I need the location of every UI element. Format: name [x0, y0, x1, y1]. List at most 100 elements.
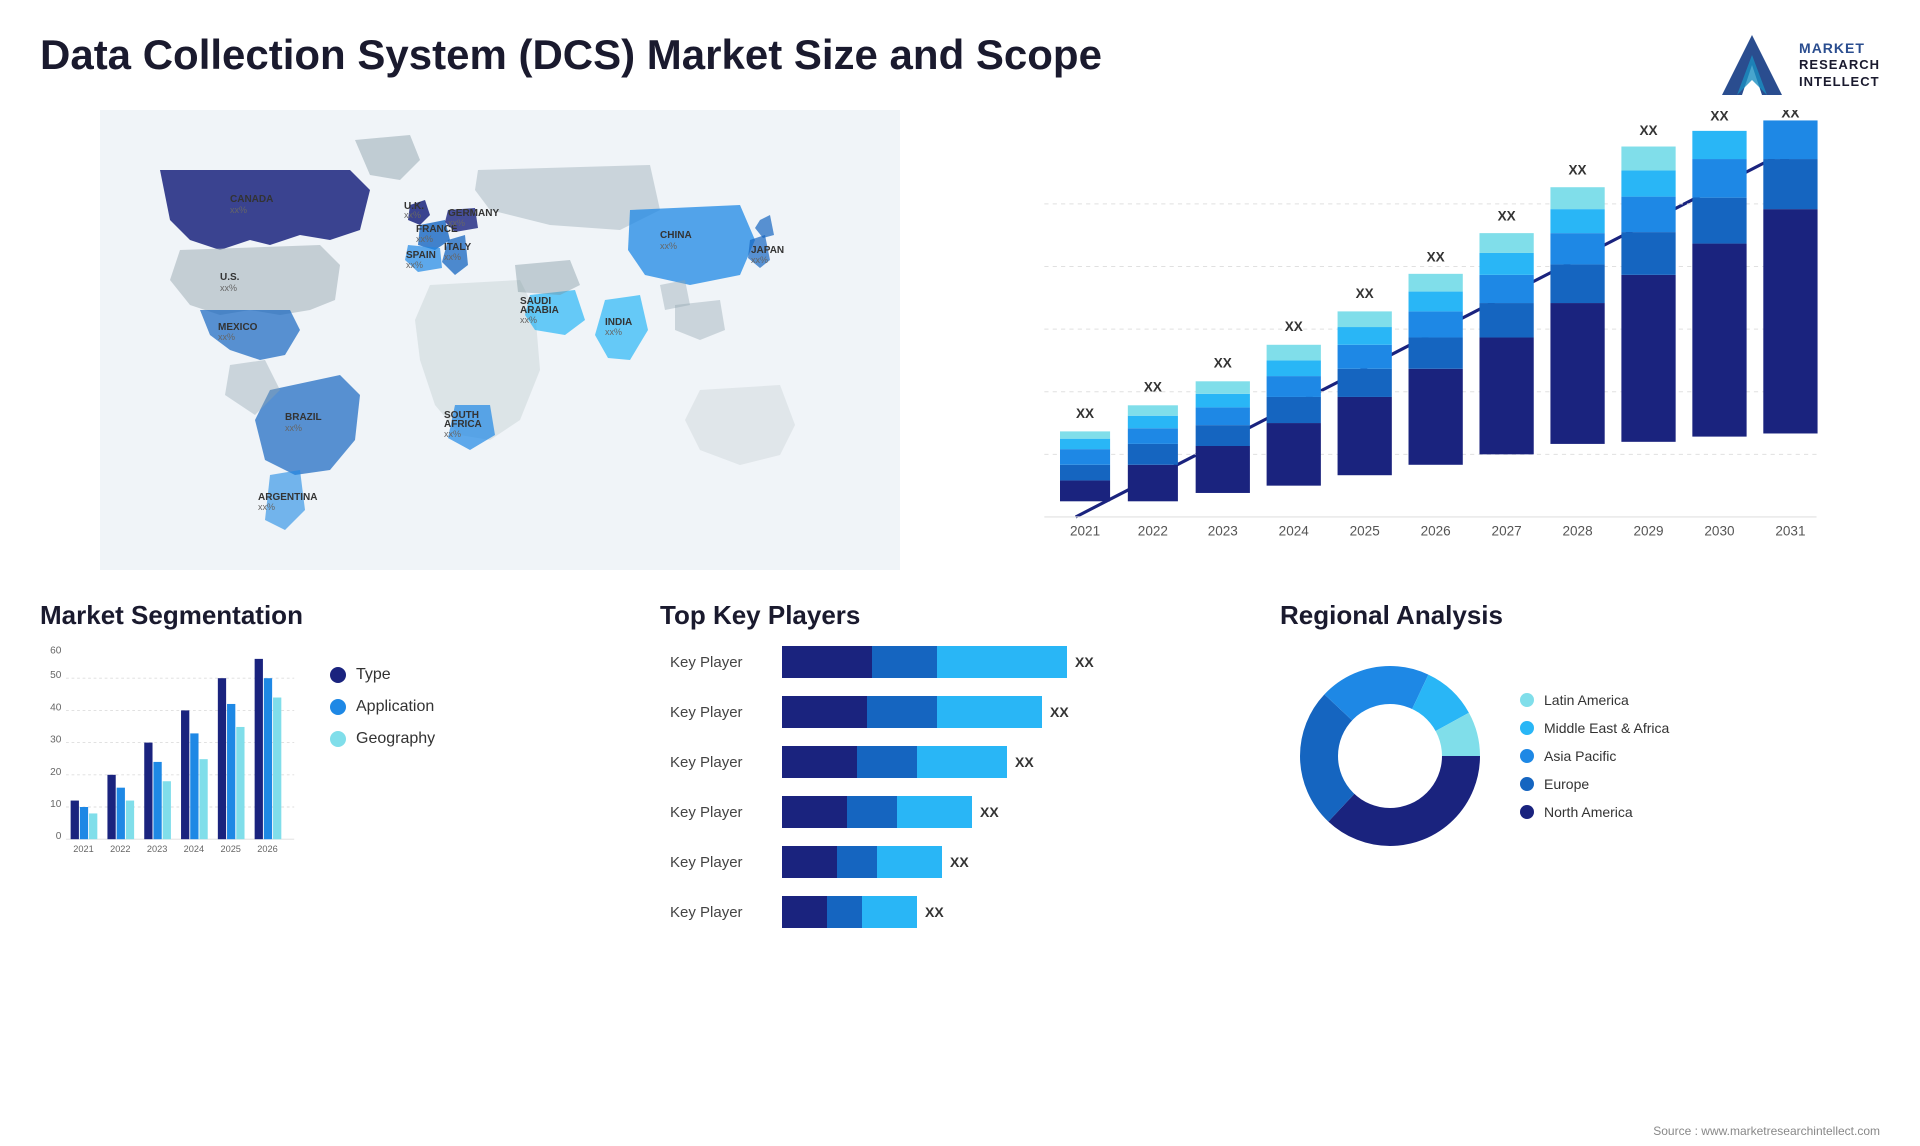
player-bar-1: XX [782, 646, 1250, 678]
svg-text:2023: 2023 [1208, 524, 1238, 539]
svg-text:BRAZIL: BRAZIL [285, 412, 322, 423]
legend-asia-pacific: Asia Pacific [1520, 748, 1669, 764]
player-xx-2: XX [1050, 704, 1069, 720]
svg-text:2025: 2025 [1350, 524, 1380, 539]
svg-text:XX: XX [1710, 110, 1728, 123]
key-players-area: Key Player XX Key Player [660, 646, 1260, 928]
svg-text:20: 20 [50, 767, 62, 778]
key-players-section: Top Key Players Key Player XX Key Playe [660, 600, 1260, 946]
player-row-3: Key Player XX [670, 746, 1250, 778]
legend-label-geography: Geography [356, 730, 435, 748]
bar-chart-svg: XX XX XX XX [980, 110, 1860, 590]
bar-chart-section: XX XX XX XX [960, 110, 1880, 590]
svg-text:50: 50 [50, 670, 62, 681]
dot-north-america [1520, 805, 1534, 819]
svg-text:2023: 2023 [147, 844, 167, 854]
svg-text:U.S.: U.S. [220, 272, 240, 283]
svg-text:2031: 2031 [1775, 524, 1805, 539]
canada-label: CANADA [230, 194, 273, 205]
player-bar-4: XX [782, 796, 1250, 828]
player-row-2: Key Player XX [670, 696, 1250, 728]
regional-title: Regional Analysis [1280, 600, 1880, 631]
player-xx-5: XX [950, 854, 969, 870]
svg-text:XX: XX [1285, 319, 1303, 334]
player-label-4: Key Player [670, 804, 770, 821]
legend-label-type: Type [356, 666, 391, 684]
svg-text:xx%: xx% [258, 502, 275, 512]
svg-text:xx%: xx% [520, 315, 537, 325]
segmentation-section: Market Segmentation 0 10 20 30 40 50 60 [40, 600, 640, 946]
legend-dot-geography [330, 731, 346, 747]
legend-geography: Geography [330, 730, 435, 748]
svg-text:XX: XX [1076, 406, 1094, 421]
key-players-title: Top Key Players [660, 600, 1260, 631]
legend-latin-america: Latin America [1520, 692, 1669, 708]
svg-text:XX: XX [1144, 380, 1162, 395]
segmentation-title: Market Segmentation [40, 600, 640, 631]
svg-text:2026: 2026 [1421, 524, 1451, 539]
svg-text:XX: XX [1569, 163, 1587, 178]
svg-text:xx%: xx% [605, 327, 622, 337]
logo-text: MARKET RESEARCH INTELLECT [1799, 39, 1880, 91]
svg-text:CHINA: CHINA [660, 230, 692, 241]
regional-legend: Latin America Middle East & Africa Asia … [1520, 692, 1669, 820]
svg-text:xx%: xx% [751, 255, 768, 265]
seg-chart-area: 0 10 20 30 40 50 60 [40, 646, 640, 876]
player-bar-5: XX [782, 846, 1250, 878]
svg-text:2028: 2028 [1562, 524, 1592, 539]
content-grid: CANADA xx% U.S. xx% MEXICO xx% BRAZIL xx… [0, 110, 1920, 946]
svg-text:2022: 2022 [1138, 524, 1168, 539]
svg-text:XX: XX [1639, 123, 1657, 138]
label-asia-pacific: Asia Pacific [1544, 748, 1616, 764]
donut-chart-svg [1280, 646, 1500, 866]
player-row-1: Key Player XX [670, 646, 1250, 678]
player-label-1: Key Player [670, 654, 770, 671]
svg-text:xx%: xx% [448, 218, 465, 228]
world-map-svg: CANADA xx% U.S. xx% MEXICO xx% BRAZIL xx… [40, 110, 960, 570]
logo-area: MARKET RESEARCH INTELLECT [1717, 30, 1880, 100]
player-bar-2: XX [782, 696, 1250, 728]
dot-europe [1520, 777, 1534, 791]
svg-text:2025: 2025 [220, 844, 240, 854]
label-middle-east-africa: Middle East & Africa [1544, 720, 1669, 736]
svg-text:60: 60 [50, 646, 62, 656]
svg-text:2022: 2022 [110, 844, 130, 854]
legend-dot-type [330, 667, 346, 683]
map-container: CANADA xx% U.S. xx% MEXICO xx% BRAZIL xx… [40, 110, 960, 570]
svg-text:xx%: xx% [444, 429, 461, 439]
svg-text:2027: 2027 [1492, 524, 1522, 539]
page-title: Data Collection System (DCS) Market Size… [40, 30, 1102, 80]
svg-text:xx%: xx% [660, 241, 677, 251]
legend-europe: Europe [1520, 776, 1669, 792]
svg-text:2024: 2024 [184, 844, 204, 854]
map-section: CANADA xx% U.S. xx% MEXICO xx% BRAZIL xx… [40, 110, 960, 590]
svg-text:xx%: xx% [406, 260, 423, 270]
svg-text:XX: XX [1781, 110, 1799, 120]
regional-area: Latin America Middle East & Africa Asia … [1280, 646, 1880, 866]
player-label-2: Key Player [670, 704, 770, 721]
svg-text:xx%: xx% [218, 332, 235, 342]
svg-text:XX: XX [1214, 356, 1232, 371]
player-row-6: Key Player XX [670, 896, 1250, 928]
legend-label-application: Application [356, 698, 434, 716]
svg-text:XX: XX [1427, 249, 1445, 264]
svg-text:XX: XX [1356, 286, 1374, 301]
label-europe: Europe [1544, 776, 1589, 792]
svg-text:xx%: xx% [444, 252, 461, 262]
dot-middle-east-africa [1520, 721, 1534, 735]
label-latin-america: Latin America [1544, 692, 1629, 708]
svg-text:10: 10 [50, 799, 62, 810]
svg-text:2021: 2021 [73, 844, 93, 854]
dot-latin-america [1520, 693, 1534, 707]
player-xx-6: XX [925, 904, 944, 920]
player-xx-4: XX [980, 804, 999, 820]
bottom-grid: Market Segmentation 0 10 20 30 40 50 60 [40, 590, 1880, 946]
svg-text:2024: 2024 [1279, 524, 1310, 539]
svg-text:xx%: xx% [220, 283, 237, 293]
player-row-4: Key Player XX [670, 796, 1250, 828]
seg-legend: Type Application Geography [330, 666, 435, 748]
legend-type: Type [330, 666, 435, 684]
regional-section: Regional Analysis [1280, 600, 1880, 946]
legend-middle-east-africa: Middle East & Africa [1520, 720, 1669, 736]
svg-text:XX: XX [1498, 209, 1516, 224]
